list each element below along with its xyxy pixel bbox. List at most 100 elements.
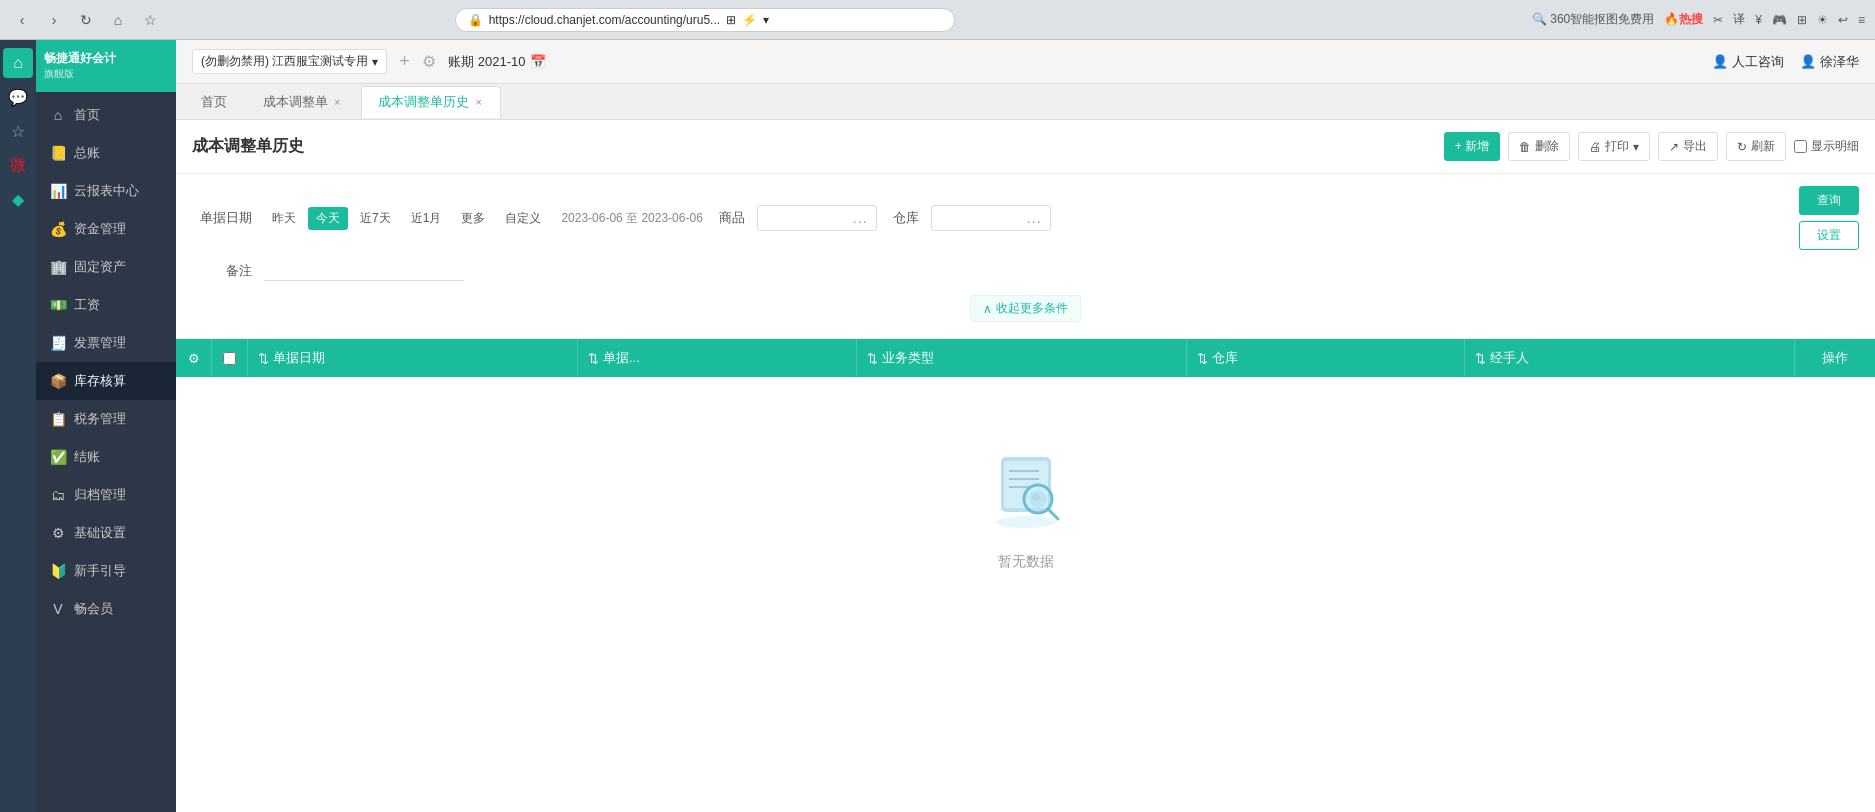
sidebar-item-guide[interactable]: 🔰新手引导: [36, 552, 176, 590]
date-quick-近7天[interactable]: 近7天: [352, 207, 399, 230]
delete-icon: 🗑: [1519, 140, 1531, 154]
sidebar-item-label-reports: 云报表中心: [74, 182, 139, 200]
sidebar-item-archive[interactable]: 🗂归档管理: [36, 476, 176, 514]
th-checkbox[interactable]: [212, 339, 248, 377]
th-type[interactable]: ⇅ 业务类型: [857, 339, 1187, 377]
forward-button[interactable]: ›: [42, 8, 66, 32]
new-button[interactable]: + 新增: [1444, 132, 1500, 161]
user-name: 徐泽华: [1820, 53, 1859, 71]
menu-icon[interactable]: ≡: [1858, 13, 1865, 27]
translate-icon[interactable]: 译: [1733, 11, 1745, 28]
goods-more-icon[interactable]: …: [852, 209, 868, 227]
tab-close-cost-history[interactable]: ×: [473, 95, 483, 109]
service-button[interactable]: 👤 人工咨询: [1712, 53, 1784, 71]
warehouse-more-icon[interactable]: …: [1026, 209, 1042, 227]
icon-bar-weibo[interactable]: 微: [3, 150, 33, 180]
settings-gear-icon[interactable]: ⚙: [422, 52, 436, 71]
sidebar-menu: ⌂首页📒总账📊云报表中心💰资金管理🏢固定资产💵工资🧾发票管理📦库存核算📋税务管理…: [36, 92, 176, 812]
refresh-icon: ↻: [1737, 140, 1747, 154]
search-ext[interactable]: 🔍 360智能抠图免费用: [1532, 11, 1654, 28]
sidebar-item-fixed-assets[interactable]: 🏢固定资产: [36, 248, 176, 286]
lock-icon: 🔒: [468, 13, 483, 27]
refresh-button[interactable]: ↻ 刷新: [1726, 132, 1786, 161]
sidebar-item-tax[interactable]: 📋税务管理: [36, 400, 176, 438]
undo-icon[interactable]: ↩: [1838, 13, 1848, 27]
sidebar: 畅捷通好会计 旗舰版 ⌂首页📒总账📊云报表中心💰资金管理🏢固定资产💵工资🧾发票管…: [36, 40, 176, 812]
sun-icon[interactable]: ☀: [1817, 13, 1828, 27]
back-button[interactable]: ‹: [10, 8, 34, 32]
warehouse-filter-label: 仓库: [889, 209, 919, 227]
svg-line-8: [1048, 509, 1058, 519]
inventory-icon: 📦: [50, 373, 66, 389]
funds-icon: 💰: [50, 221, 66, 237]
sidebar-item-settings[interactable]: ⚙基础设置: [36, 514, 176, 552]
th-number[interactable]: ⇅ 单据...: [578, 339, 857, 377]
export-button[interactable]: ↗ 导出: [1658, 132, 1718, 161]
sidebar-item-ledger[interactable]: 📒总账: [36, 134, 176, 172]
delete-button[interactable]: 🗑 删除: [1508, 132, 1570, 161]
sidebar-item-member[interactable]: V畅会员: [36, 590, 176, 628]
th-handler[interactable]: ⇅ 经手人: [1465, 339, 1795, 377]
select-all-checkbox[interactable]: [223, 352, 236, 365]
tabs-bar: 首页成本调整单×成本调整单历史×: [176, 84, 1875, 120]
collapse-button[interactable]: ∧ 收起更多条件: [970, 295, 1081, 322]
icon-bar-green[interactable]: ◆: [3, 184, 33, 214]
user-menu[interactable]: 👤 徐泽华: [1800, 53, 1859, 71]
grid-ext-icon[interactable]: ⊞: [1797, 13, 1807, 27]
sidebar-item-reports[interactable]: 📊云报表中心: [36, 172, 176, 210]
date-quick-自定义[interactable]: 自定义: [497, 207, 549, 230]
fixed-assets-icon: 🏢: [50, 259, 66, 275]
date-filter-label: 单据日期: [192, 209, 252, 227]
filter-row-date: 单据日期 昨天今天近7天近1月更多自定义 2023-06-06 至 2023-0…: [192, 186, 1859, 250]
sidebar-item-inventory[interactable]: 📦库存核算: [36, 362, 176, 400]
address-bar[interactable]: 🔒 https://cloud.chanjet.com/accounting/u…: [455, 8, 955, 32]
sidebar-item-accounting[interactable]: ✅结账: [36, 438, 176, 476]
hot-search[interactable]: 🔥热搜: [1664, 11, 1703, 28]
warehouse-selector[interactable]: …: [931, 205, 1051, 231]
home-button[interactable]: ⌂: [106, 8, 130, 32]
sidebar-item-salary[interactable]: 💵工资: [36, 286, 176, 324]
th-date[interactable]: ⇅ 单据日期: [248, 339, 578, 377]
goods-selector[interactable]: …: [757, 205, 877, 231]
member-icon: V: [50, 601, 66, 617]
th-warehouse[interactable]: ⇅ 仓库: [1187, 339, 1466, 377]
game-icon[interactable]: 🎮: [1772, 13, 1787, 27]
date-quick-昨天[interactable]: 昨天: [264, 207, 304, 230]
logo-text: 畅捷通好会计: [44, 51, 116, 67]
dropdown-icon: ▾: [763, 13, 769, 27]
icon-bar-star[interactable]: ☆: [3, 116, 33, 146]
sidebar-item-label-salary: 工资: [74, 296, 100, 314]
print-button[interactable]: 🖨 打印 ▾: [1578, 132, 1650, 161]
calendar-icon[interactable]: 📅: [530, 54, 546, 69]
sidebar-item-funds[interactable]: 💰资金管理: [36, 210, 176, 248]
account-selector[interactable]: (勿删勿禁用) 江西服宝测试专用 ▾: [192, 49, 387, 74]
add-account-icon[interactable]: +: [399, 51, 410, 72]
logo-sub: 旗舰版: [44, 67, 116, 81]
sidebar-item-label-accounting: 结账: [74, 448, 100, 466]
reload-button[interactable]: ↻: [74, 8, 98, 32]
cut-icon[interactable]: ✂: [1713, 13, 1723, 27]
th-settings[interactable]: ⚙: [176, 339, 212, 377]
remark-input[interactable]: [264, 260, 464, 281]
show-detail-checkbox[interactable]: [1794, 140, 1807, 153]
icon-bar-home[interactable]: ⌂: [3, 48, 33, 78]
tab-cost-adjust[interactable]: 成本调整单×: [246, 86, 359, 118]
ledger-icon: 📒: [50, 145, 66, 161]
date-quick-近1月[interactable]: 近1月: [403, 207, 450, 230]
settings-filter-button[interactable]: 设置: [1799, 221, 1859, 250]
browser-extensions: 🔍 360智能抠图免费用 🔥热搜 ✂ 译 ¥ 🎮 ⊞ ☀ ↩ ≡: [1532, 11, 1865, 28]
tab-home[interactable]: 首页: [184, 86, 244, 118]
icon-bar-chat[interactable]: 💬: [3, 82, 33, 112]
wallet-icon[interactable]: ¥: [1755, 13, 1762, 27]
star-button[interactable]: ☆: [138, 8, 162, 32]
sidebar-item-label-home: 首页: [74, 106, 100, 124]
date-quick-今天[interactable]: 今天: [308, 207, 348, 230]
sidebar-item-home[interactable]: ⌂首页: [36, 96, 176, 134]
date-quick-更多[interactable]: 更多: [453, 207, 493, 230]
tab-close-cost-adjust[interactable]: ×: [332, 95, 342, 109]
show-detail-checkbox-label[interactable]: 显示明细: [1794, 138, 1859, 155]
query-button[interactable]: 查询: [1799, 186, 1859, 215]
page-header: 成本调整单历史 + 新增 🗑 删除 🖨 打印 ▾ ↗ 导出: [176, 120, 1875, 174]
tab-cost-history[interactable]: 成本调整单历史×: [361, 86, 500, 118]
sidebar-item-invoice[interactable]: 🧾发票管理: [36, 324, 176, 362]
